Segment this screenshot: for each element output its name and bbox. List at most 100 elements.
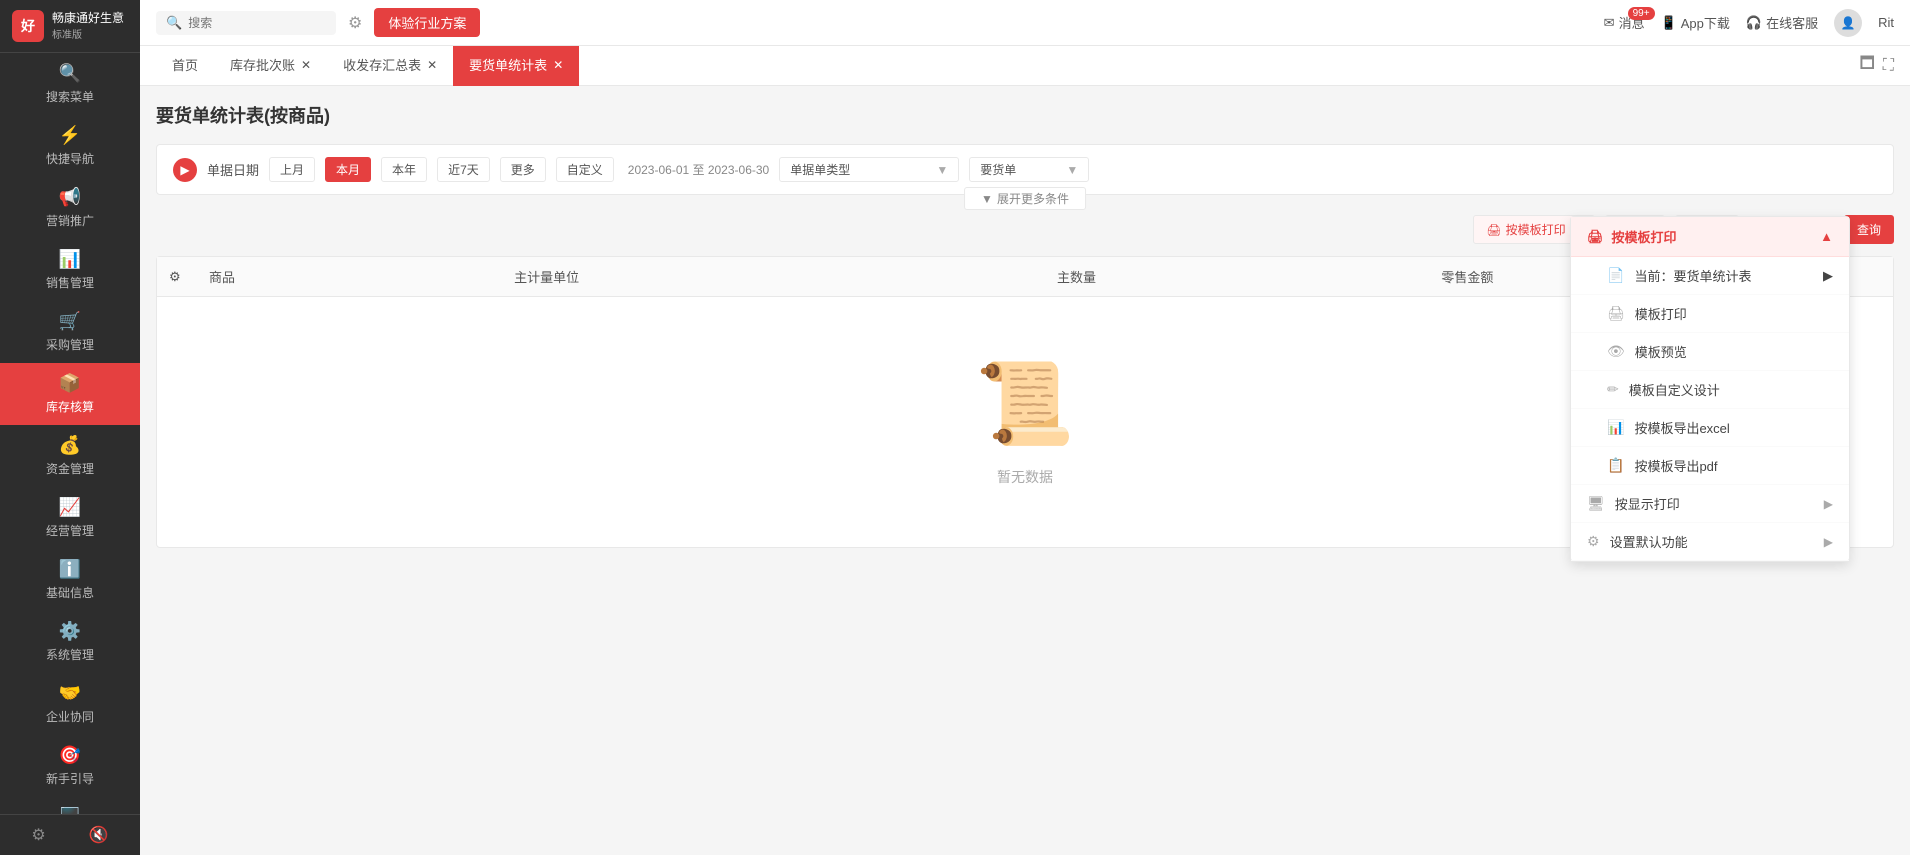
sidebar-nav: 🔍 搜索菜单 ⚡ 快捷导航 📢 营销推广 📊 销售管理 🛒 采购管理 📦 库存核… [0,53,140,814]
print-dropdown-header-icon: 🖨 [1587,229,1604,245]
sidebar-icon-purchase: 🛒 [59,311,81,332]
sidebar-item-basic[interactable]: ℹ️ 基础信息 [0,549,140,611]
sidebar-icon-app-center: 🖥️ [59,807,81,814]
print-menu-template-design[interactable]: ✏ 模板自定义设计 [1571,371,1849,409]
tab-receipt-summary[interactable]: 收发存汇总表 ✕ [327,46,453,86]
search-box[interactable]: 🔍 [156,11,336,35]
printer-icon: 🖨 [1486,223,1501,237]
export-pdf-icon: 📋 [1607,457,1624,474]
sidebar-label-sales: 销售管理 [46,274,94,291]
tab-order-summary[interactable]: 要货单统计表 ✕ [453,46,579,86]
display-print-chevron: ▶ [1824,497,1833,511]
tab-order-summary-close[interactable]: ✕ [553,58,563,72]
goods-type-filter[interactable]: 要货单 ▼ [969,157,1089,182]
sidebar-icon-inventory: 📦 [59,373,81,394]
tab-inventory-batch[interactable]: 库存批次账 ✕ [214,46,327,86]
date-btn-this-month[interactable]: 本月 [325,157,371,182]
page-title: 要货单统计表(按商品) [156,102,1894,128]
display-print-icon: 🖥 [1587,495,1605,512]
print-menu-export-excel[interactable]: 📊 按模板导出excel [1571,409,1849,447]
date-btn-custom[interactable]: 自定义 [556,157,614,182]
tabs-bar: 首页 库存批次账 ✕ 收发存汇总表 ✕ 要货单统计表 ✕ 🗖 ⛶ [140,46,1910,86]
main-area: 🔍 ⚙ 体验行业方案 ✉ 消息 99+ 📱 App下载 🎧 在线客服 👤 Rit [140,0,1910,855]
date-btn-this-year[interactable]: 本年 [381,157,427,182]
filter-toggle-btn[interactable]: ▶ [173,158,197,182]
user-avatar[interactable]: 👤 [1834,9,1862,37]
sidebar-bottom: ⚙ 🔇 [0,814,140,855]
print-dropdown-panel: 🖨 按模板打印 ▲ 📄 当前：要货单统计表 ▶ 🖨 模板打印 👁 模板预览 [1570,216,1850,562]
username-label[interactable]: Rit [1878,15,1894,30]
print-menu-template-print[interactable]: 🖨 模板打印 [1571,295,1849,333]
print-menu-template-preview[interactable]: 👁 模板预览 [1571,333,1849,371]
print-menu-display-print[interactable]: 🖥 按显示打印 ▶ [1571,485,1849,523]
order-type-filter[interactable]: 单据单类型 ▼ [779,157,959,182]
tab-receipt-summary-close[interactable]: ✕ [427,58,437,72]
sidebar-label-system: 系统管理 [46,646,94,663]
sidebar-logo: 好 畅康通好生意 标准版 [0,0,140,53]
messages-button[interactable]: ✉ 消息 99+ [1604,13,1645,32]
sidebar-mute-icon[interactable]: 🔇 [89,825,109,845]
sidebar-label-shortcut: 快捷导航 [46,150,94,167]
query-btn[interactable]: 查询 [1844,215,1894,244]
sidebar-item-inventory[interactable]: 📦 库存核算 [0,363,140,425]
sidebar-icon-shortcut: ⚡ [59,125,81,146]
topbar-gear-icon[interactable]: ⚙ [348,13,362,33]
tab-home[interactable]: 首页 [156,46,214,86]
search-input[interactable] [188,16,308,30]
service-button[interactable]: 🎧 在线客服 [1746,13,1818,32]
topbar-right: ✉ 消息 99+ 📱 App下载 🎧 在线客服 👤 Rit [1604,9,1894,37]
col-settings[interactable]: ⚙ [157,257,197,297]
table-settings-icon[interactable]: ⚙ [169,269,181,284]
sidebar-label-cooperation: 企业协同 [46,708,94,725]
sidebar-label-operations: 经营管理 [46,522,94,539]
print-menu-set-default[interactable]: ⚙ 设置默认功能 ▶ [1571,523,1849,561]
search-icon: 🔍 [166,15,182,31]
sidebar-item-purchase[interactable]: 🛒 采购管理 [0,301,140,363]
sidebar-item-newbie[interactable]: 🎯 新手引导 [0,735,140,797]
print-dropdown-close-icon[interactable]: ▲ [1820,229,1833,244]
sidebar-item-search[interactable]: 🔍 搜索菜单 [0,53,140,115]
sidebar-icon-sales: 📊 [59,249,81,270]
col-goods: 商品 [197,257,502,297]
app-download-button[interactable]: 📱 App下载 [1661,13,1730,32]
template-preview-icon: 👁 [1607,343,1625,360]
sidebar-item-operations[interactable]: 📈 经营管理 [0,487,140,549]
print-menu-current[interactable]: 📄 当前：要货单统计表 ▶ [1571,257,1849,295]
date-btn-more[interactable]: 更多 [500,157,546,182]
expand-more-btn[interactable]: ▼ 展开更多条件 [964,187,1086,210]
sidebar-label-search: 搜索菜单 [46,88,94,105]
filter-type-chevron: ▼ [936,163,948,177]
sidebar: 好 畅康通好生意 标准版 🔍 搜索菜单 ⚡ 快捷导航 📢 营销推广 📊 销售管理… [0,0,140,855]
tabs-restore-icon[interactable]: 🗖 [1860,52,1875,79]
sidebar-label-newbie: 新手引导 [46,770,94,787]
trial-button[interactable]: 体验行业方案 [374,8,480,37]
current-template-icon: 📄 [1607,267,1624,284]
message-icon: ✉ [1604,15,1615,31]
sidebar-label-basic: 基础信息 [46,584,94,601]
sidebar-item-marketing[interactable]: 📢 营销推广 [0,177,140,239]
sidebar-item-cooperation[interactable]: 🤝 企业协同 [0,673,140,735]
sidebar-item-app-center[interactable]: 🖥️ 应用中心 [0,797,140,814]
sidebar-item-finance[interactable]: 💰 资金管理 [0,425,140,487]
col-unit: 主计量单位 [502,257,1045,297]
sidebar-label-marketing: 营销推广 [46,212,94,229]
col-quantity: 主数量 [1045,257,1429,297]
date-label: 单据日期 [207,160,259,179]
set-default-icon: ⚙ [1587,533,1600,550]
sidebar-item-sales[interactable]: 📊 销售管理 [0,239,140,301]
date-btn-last-month[interactable]: 上月 [269,157,315,182]
sidebar-item-shortcut[interactable]: ⚡ 快捷导航 [0,115,140,177]
sidebar-label-finance: 资金管理 [46,460,94,477]
logo-text: 畅康通好生意 标准版 [52,11,124,42]
print-menu-export-pdf[interactable]: 📋 按模板导出pdf [1571,447,1849,485]
tab-inventory-batch-close[interactable]: ✕ [301,58,311,72]
date-btn-7days[interactable]: 近7天 [437,157,490,182]
date-range-display: 2023-06-01 至 2023-06-30 [628,161,769,178]
sidebar-settings-icon[interactable]: ⚙ [31,825,45,845]
headset-icon: 🎧 [1746,15,1762,31]
tabs-expand-icon[interactable]: ⛶ [1883,57,1894,75]
sidebar-item-system[interactable]: ⚙️ 系统管理 [0,611,140,673]
goods-type-chevron: ▼ [1066,163,1078,177]
sidebar-icon-finance: 💰 [59,435,81,456]
current-template-arrow: ▶ [1823,268,1833,284]
